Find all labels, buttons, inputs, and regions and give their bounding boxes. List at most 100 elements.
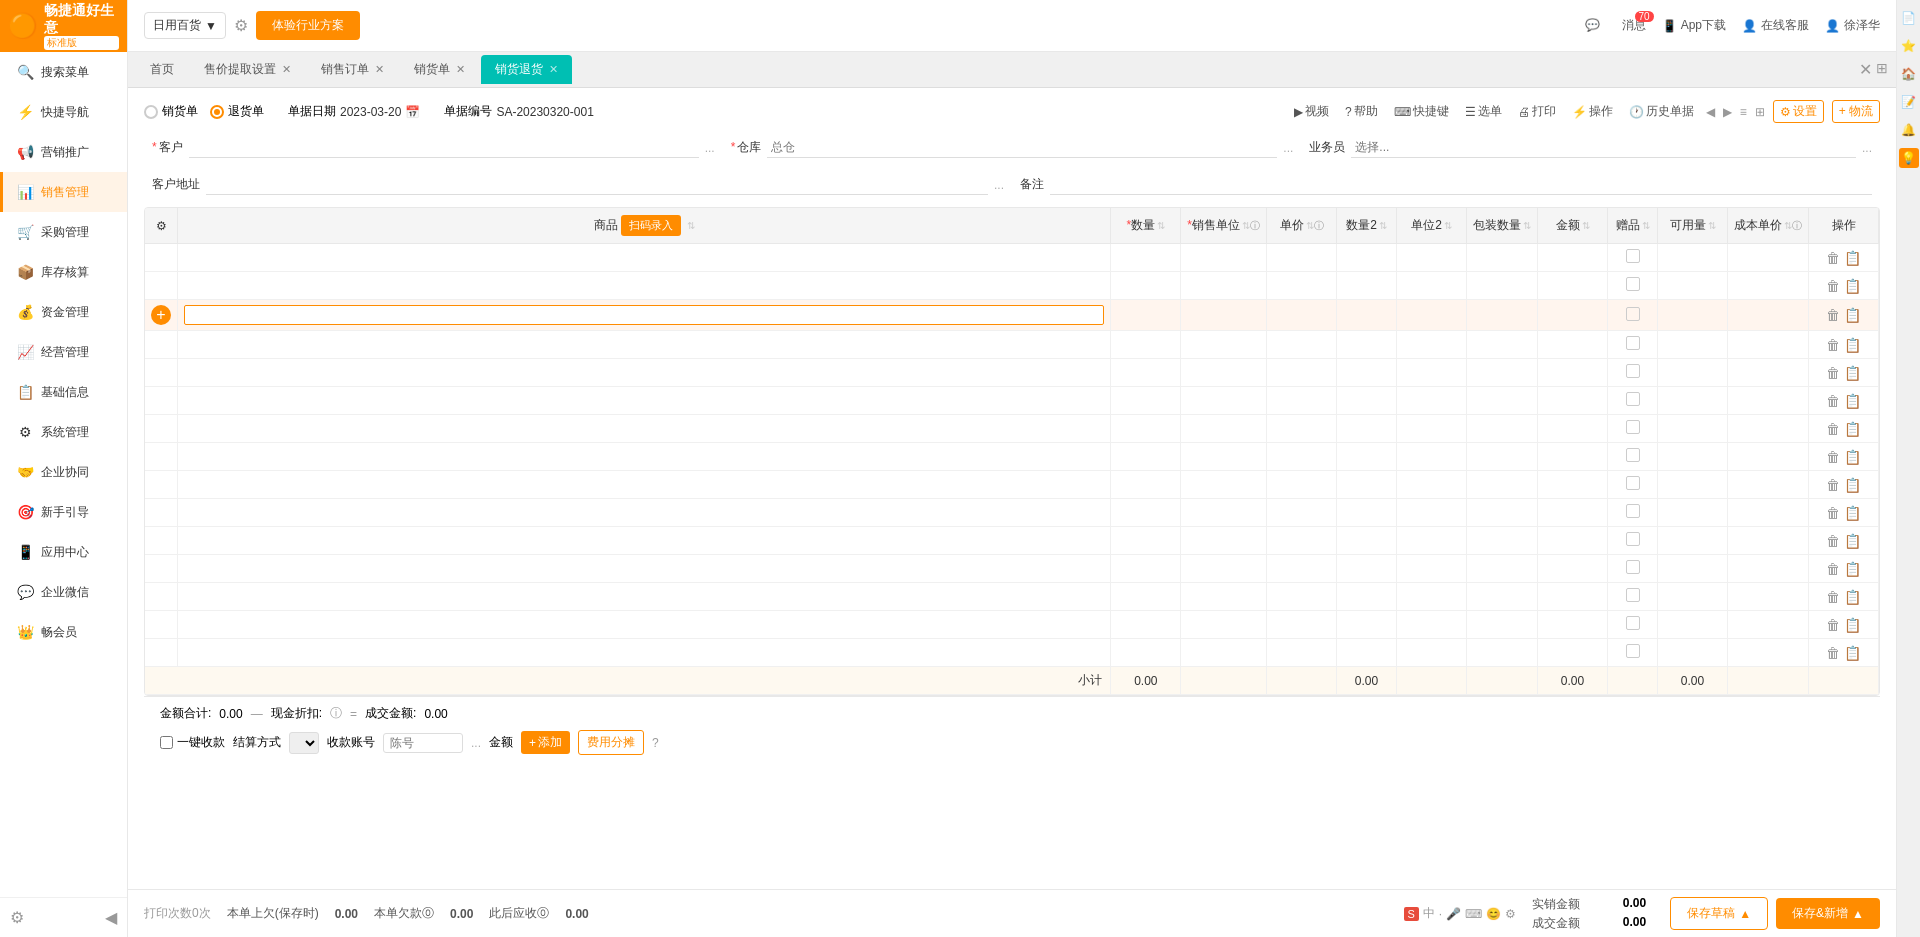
row-pack-3[interactable] [1467, 300, 1538, 331]
row-unit2-8[interactable] [1397, 443, 1467, 471]
row-pack-11[interactable] [1467, 527, 1538, 555]
sidebar-item-guide[interactable]: 🎯 新手引导 [0, 492, 127, 532]
row-amount-2[interactable] [1538, 272, 1608, 300]
row-copy-15[interactable]: 📋 [1844, 645, 1861, 661]
row-copy-12[interactable]: 📋 [1844, 561, 1861, 577]
row-gift-check-6[interactable] [1626, 392, 1640, 406]
row-delete-9[interactable]: 🗑 [1826, 477, 1840, 493]
sidebar-item-finance[interactable]: 💰 资金管理 [0, 292, 127, 332]
row-delete-3[interactable]: 🗑 [1826, 307, 1840, 323]
row-unit-8[interactable] [1181, 443, 1267, 471]
row-amount-4[interactable] [1538, 331, 1608, 359]
row-copy-3[interactable]: 📋 [1844, 307, 1861, 323]
tab-2[interactable]: 销售订单✕ [307, 55, 398, 84]
row-gift-check-8[interactable] [1626, 448, 1640, 462]
row-unit-14[interactable] [1181, 611, 1267, 639]
row-price-6[interactable] [1267, 387, 1337, 415]
row-pack-15[interactable] [1467, 639, 1538, 667]
row-qty-6[interactable] [1111, 387, 1181, 415]
row-gift-check-12[interactable] [1626, 560, 1640, 574]
row-price-1[interactable] [1267, 244, 1337, 272]
operation-btn[interactable]: ⚡ 操作 [1568, 101, 1617, 122]
row-product-13[interactable] [178, 583, 1111, 611]
tab-close-3[interactable]: ✕ [456, 63, 465, 76]
row-gift-11[interactable] [1608, 527, 1658, 555]
sidebar-item-partner[interactable]: 🤝 企业协同 [0, 452, 127, 492]
row-copy-6[interactable]: 📋 [1844, 393, 1861, 409]
row-qty-10[interactable] [1111, 499, 1181, 527]
row-price-2[interactable] [1267, 272, 1337, 300]
row-copy-5[interactable]: 📋 [1844, 365, 1861, 381]
status-home-icon[interactable]: 🏠 [1899, 64, 1919, 84]
row-product-9[interactable] [178, 471, 1111, 499]
row-product-1[interactable] [178, 244, 1111, 272]
video-btn[interactable]: ▶ 视频 [1290, 101, 1333, 122]
row-qty-14[interactable] [1111, 611, 1181, 639]
row-amount-13[interactable] [1538, 583, 1608, 611]
row-copy-11[interactable]: 📋 [1844, 533, 1861, 549]
row-amount-3[interactable] [1538, 300, 1608, 331]
row-product-4[interactable] [178, 331, 1111, 359]
one-click-payment-label[interactable]: 一键收款 [160, 734, 225, 751]
row-price-8[interactable] [1267, 443, 1337, 471]
status-active-icon[interactable]: 💡 [1899, 148, 1919, 168]
row-qty2-4[interactable] [1337, 331, 1397, 359]
row-qty2-3[interactable] [1337, 300, 1397, 331]
row-qty2-11[interactable] [1337, 527, 1397, 555]
tab-3[interactable]: 销货单✕ [400, 55, 479, 84]
row-avail-9[interactable] [1658, 471, 1728, 499]
row-price-7[interactable] [1267, 415, 1337, 443]
row-price-10[interactable] [1267, 499, 1337, 527]
sidebar-item-marketing[interactable]: 📢 营销推广 [0, 132, 127, 172]
row-unit2-1[interactable] [1397, 244, 1467, 272]
row-product-15[interactable] [178, 639, 1111, 667]
row-product-3[interactable] [178, 300, 1111, 331]
row-cost-13[interactable] [1728, 583, 1809, 611]
row-qty2-8[interactable] [1337, 443, 1397, 471]
message-btn[interactable]: 💬 70 消息 [1585, 17, 1645, 34]
row-unit-4[interactable] [1181, 331, 1267, 359]
sidebar-item-basic[interactable]: 📋 基础信息 [0, 372, 127, 412]
row-avail-15[interactable] [1658, 639, 1728, 667]
row-copy-2[interactable]: 📋 [1844, 278, 1861, 294]
row-amount-7[interactable] [1538, 415, 1608, 443]
row-gift-check-1[interactable] [1626, 249, 1640, 263]
row-pack-10[interactable] [1467, 499, 1538, 527]
row-product-14[interactable] [178, 611, 1111, 639]
row-avail-5[interactable] [1658, 359, 1728, 387]
sidebar-item-quick[interactable]: ⚡ 快捷导航 [0, 92, 127, 132]
row-amount-1[interactable] [1538, 244, 1608, 272]
row-amount-11[interactable] [1538, 527, 1608, 555]
row-avail-2[interactable] [1658, 272, 1728, 300]
row-avail-12[interactable] [1658, 555, 1728, 583]
row-qty-8[interactable] [1111, 443, 1181, 471]
help-btn[interactable]: ? 帮助 [1341, 101, 1382, 122]
row-qty2-1[interactable] [1337, 244, 1397, 272]
row-qty2-14[interactable] [1337, 611, 1397, 639]
row-amount-5[interactable] [1538, 359, 1608, 387]
ime-keyboard[interactable]: ⌨ [1465, 907, 1482, 921]
status-doc-icon[interactable]: 📄 [1899, 8, 1919, 28]
row-cost-5[interactable] [1728, 359, 1809, 387]
row-unit-3[interactable] [1181, 300, 1267, 331]
row-gift-check-3[interactable] [1626, 307, 1640, 321]
row-unit2-14[interactable] [1397, 611, 1467, 639]
remark-input[interactable] [1050, 174, 1872, 195]
row-unit-6[interactable] [1181, 387, 1267, 415]
row-unit-9[interactable] [1181, 471, 1267, 499]
row-gift-13[interactable] [1608, 583, 1658, 611]
row-unit-5[interactable] [1181, 359, 1267, 387]
add-payment-btn[interactable]: + 添加 [521, 731, 570, 754]
row-unit2-3[interactable] [1397, 300, 1467, 331]
row-copy-13[interactable]: 📋 [1844, 589, 1861, 605]
row-copy-8[interactable]: 📋 [1844, 449, 1861, 465]
trial-btn[interactable]: 体验行业方案 [256, 11, 360, 40]
calc-method-select[interactable] [289, 732, 319, 754]
row-unit-15[interactable] [1181, 639, 1267, 667]
row-gift-14[interactable] [1608, 611, 1658, 639]
row-price-11[interactable] [1267, 527, 1337, 555]
row-gift-3[interactable] [1608, 300, 1658, 331]
row-avail-14[interactable] [1658, 611, 1728, 639]
row-avail-13[interactable] [1658, 583, 1728, 611]
row-qty2-10[interactable] [1337, 499, 1397, 527]
